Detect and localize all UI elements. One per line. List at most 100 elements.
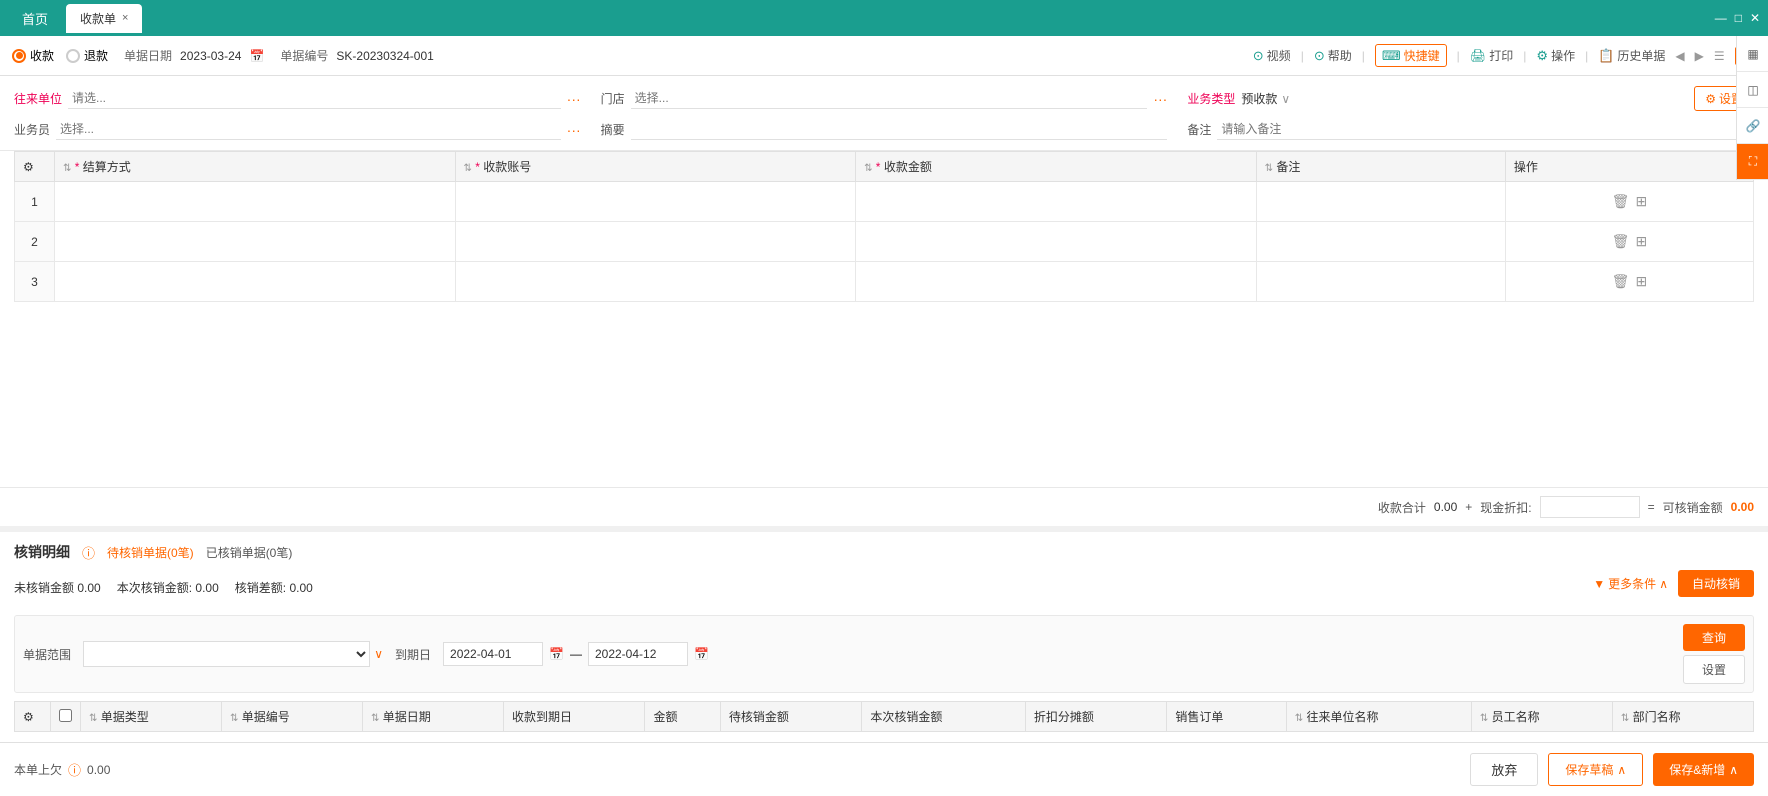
delete-icon-1[interactable]: 🗑 [1612,193,1630,210]
calendar-icon[interactable]: 📅 [249,49,264,63]
sort-num-icon[interactable]: ⇅ [230,713,238,724]
tab-home[interactable]: 首页 [8,3,62,34]
tab-close-icon[interactable]: × [122,12,128,24]
radio-income[interactable]: 收款 [12,47,54,64]
sort-type-icon[interactable]: ⇅ [89,713,97,724]
range-dropdown-icon[interactable]: ∨ [374,647,383,661]
save-draft-label: 保存草稿 [1565,761,1613,778]
summary-label: 摘要 [601,121,625,138]
remark-input[interactable] [1217,119,1754,140]
row-3-remark[interactable] [1256,262,1505,302]
operation-btn[interactable]: ⚙ 操作 [1536,47,1575,64]
auto-writeoff-button[interactable]: 自动核销 [1678,570,1754,597]
sidebar-icon-3[interactable]: 🔗 [1737,108,1768,144]
nav-prev-icon[interactable]: ◀ [1675,49,1684,63]
sort-counterpart-icon[interactable]: ⇅ [1295,713,1303,724]
sidebar-icon-4[interactable]: ⛶ [1737,144,1768,180]
row-1-settlement[interactable] [55,182,456,222]
sort-dept-icon[interactable]: ⇅ [1621,713,1629,724]
abandon-button[interactable]: 放弃 [1470,753,1538,786]
shop-input[interactable] [631,88,1148,109]
th-amount-label: 金额 [653,710,677,724]
th-type-label: 单据类型 [101,710,149,724]
row-2-amount[interactable] [856,222,1257,262]
row-3-account[interactable] [455,262,856,302]
help-btn[interactable]: ⊙ 帮助 [1314,47,1352,64]
sidebar-icon-1[interactable]: ▦ [1737,36,1768,72]
filter-settings-button[interactable]: 设置 [1683,655,1745,684]
th-discount-label: 折扣分摊额 [1034,710,1094,724]
tab-active[interactable]: 收款单 × [66,4,142,33]
writeoff-info-icon[interactable]: ⓘ [82,543,95,562]
copy-icon-1[interactable]: ⊞ [1635,193,1647,210]
number-label: 单据编号 [280,47,328,64]
footer-info-icon[interactable]: ⓘ [68,760,81,779]
salesperson-dots[interactable]: ··· [567,122,581,138]
restore-icon[interactable]: □ [1735,11,1742,25]
row-3-settlement[interactable] [55,262,456,302]
nav-next-icon[interactable]: ▶ [1695,49,1704,63]
th-remark-label: 备注 [1276,160,1300,174]
sidebar-icon-2[interactable]: ◫ [1737,72,1768,108]
query-button[interactable]: 查询 [1683,624,1745,651]
print-btn[interactable]: 🖨 打印 [1470,47,1514,64]
salesperson-input[interactable] [56,119,561,140]
counterpart-input[interactable] [68,88,561,109]
delete-icon-3[interactable]: 🗑 [1612,273,1630,290]
minimize-icon[interactable]: — [1715,11,1727,25]
more-conditions-btn[interactable]: ▼ 更多条件 ∧ [1593,575,1668,592]
date-end-input[interactable] [588,642,688,666]
close-window-icon[interactable]: ✕ [1750,11,1760,25]
copy-icon-3[interactable]: ⊞ [1635,273,1647,290]
select-all-checkbox[interactable] [59,709,72,722]
counterpart-dots[interactable]: ··· [567,91,581,107]
video-icon: ⊙ [1253,48,1264,64]
row-2-remark[interactable] [1256,222,1505,262]
date-start-input[interactable] [443,642,543,666]
save-draft-button[interactable]: 保存草稿 ∧ [1548,753,1643,786]
sort-date-icon[interactable]: ⇅ [371,713,379,724]
sidebar-icon-4-glyph: ⛶ [1749,154,1757,169]
footer-current-label: 本单上欠 [14,761,62,778]
unverified-value: 0.00 [77,581,100,595]
sort-employee-icon[interactable]: ⇅ [1480,713,1488,724]
settings-icon: ⚙ [1705,92,1716,106]
sort-icon-3[interactable]: ⇅ [864,163,872,174]
business-type-dropdown[interactable]: 预收款 ∨ [1241,90,1688,107]
tab-done[interactable]: 已核销单据(0笔) [206,544,293,561]
history-btn[interactable]: 📋 历史单据 [1598,47,1665,64]
receivable-label: 可核销金额 [1663,499,1723,516]
range-select[interactable] [83,641,370,667]
save-new-button[interactable]: 保存&新增 ∧ [1653,753,1754,786]
row-1-remark[interactable] [1256,182,1505,222]
video-btn[interactable]: ⊙ 视频 [1253,47,1291,64]
sidebar-icon-3-glyph: 🔗 [1746,119,1761,133]
tab-pending[interactable]: 待核销单据(0笔) [107,544,194,561]
date-end-icon[interactable]: 📅 [694,647,709,661]
summary-input[interactable] [631,119,1168,140]
copy-icon-2[interactable]: ⊞ [1635,233,1647,250]
shortcut-btn[interactable]: ⌨ 快捷键 [1375,44,1447,67]
row-2-settlement[interactable] [55,222,456,262]
row-1-account[interactable] [455,182,856,222]
row-3-amount[interactable] [856,262,1257,302]
bottom-th-employee: ⇅ 员工名称 [1471,702,1612,732]
bottom-th-checkbox[interactable] [51,702,81,732]
history-icon: 📋 [1598,48,1614,64]
sort-icon-4[interactable]: ⇅ [1265,163,1273,174]
shortcut-icon: ⌨ [1382,48,1401,64]
discount-input[interactable] [1540,496,1640,518]
date-start-icon[interactable]: 📅 [549,647,564,661]
list-view-icon[interactable]: ☰ [1714,49,1725,63]
table-gear-header[interactable]: ⚙ [15,152,55,182]
row-2-account[interactable] [455,222,856,262]
sort-icon[interactable]: ⇅ [63,163,71,174]
date-range: 📅 — 📅 [443,642,709,666]
delete-icon-2[interactable]: 🗑 [1612,233,1630,250]
sidebar-icon-2-glyph: ◫ [1747,83,1758,97]
shop-dots[interactable]: ··· [1153,91,1167,107]
row-1-amount[interactable] [856,182,1257,222]
radio-refund[interactable]: 退款 [66,47,108,64]
bottom-th-gear[interactable]: ⚙ [15,702,51,732]
sort-icon-2[interactable]: ⇅ [464,163,472,174]
